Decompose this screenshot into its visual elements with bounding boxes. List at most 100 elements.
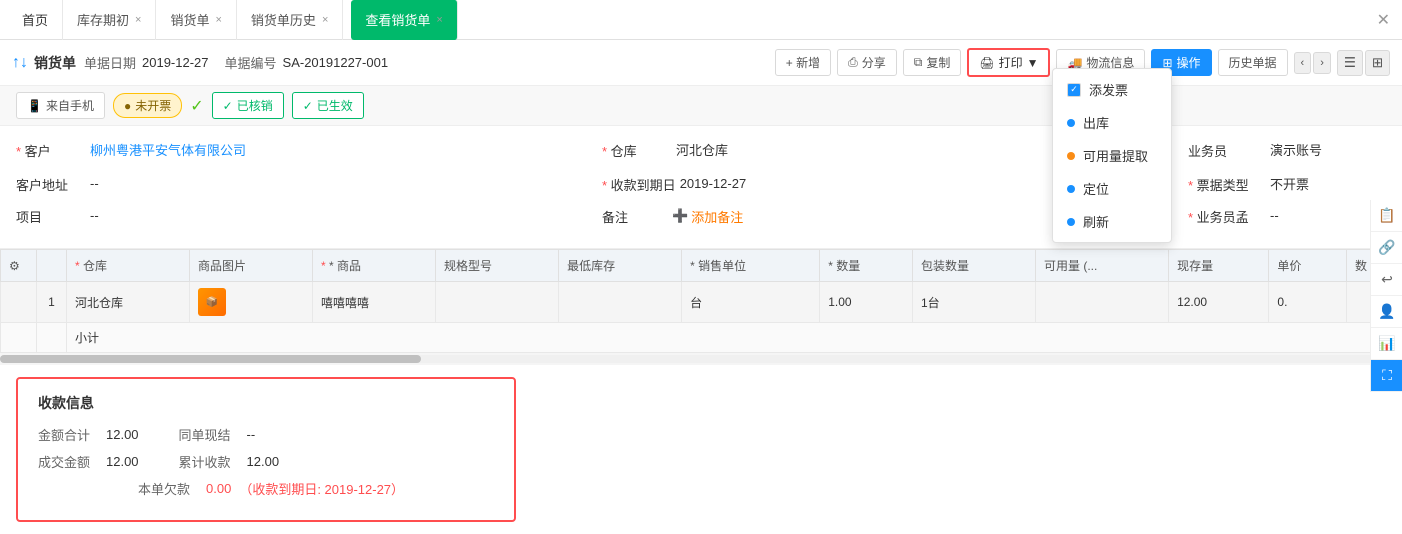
share-button-label: 分享 bbox=[862, 54, 886, 71]
row-image: 📦 bbox=[190, 282, 313, 323]
prev-button[interactable]: ‹ bbox=[1294, 52, 1312, 74]
tab-view-sales[interactable]: 查看销货单 × bbox=[351, 0, 457, 40]
sidebar-icon-5[interactable]: 📊 bbox=[1371, 328, 1402, 360]
total-item: 金额合计 12.00 bbox=[38, 425, 139, 444]
tab-home[interactable]: 首页 bbox=[8, 0, 63, 40]
tab-home-label: 首页 bbox=[22, 10, 48, 29]
customer-value[interactable]: 柳州粤港平安气体有限公司 bbox=[86, 138, 250, 162]
add-note-button[interactable]: ➕ 添加备注 bbox=[672, 207, 743, 226]
sidebar-icon-6[interactable]: ⛶ bbox=[1371, 360, 1402, 392]
sidebar-icon-2[interactable]: 🔗 bbox=[1371, 232, 1402, 264]
print-button-label: 打印 bbox=[999, 54, 1023, 71]
share-button[interactable]: ⎙ 分享 bbox=[837, 49, 897, 76]
same-order-value: -- bbox=[247, 427, 256, 442]
row-pack-qty: 1台 bbox=[912, 282, 1035, 323]
not-open-label: 未开票 bbox=[135, 97, 171, 114]
overdue-note: （收款到期日: 2019-12-27） bbox=[239, 479, 404, 498]
add-invoice-label: 添发票 bbox=[1089, 80, 1128, 99]
sidebar-icon-3[interactable]: ↩ bbox=[1371, 264, 1402, 296]
ticket-value: 不开票 bbox=[1266, 172, 1386, 196]
grid-view-icon[interactable]: ⊞ bbox=[1365, 50, 1390, 76]
th-min-stock: 最低库存 bbox=[559, 250, 682, 282]
tab-sales[interactable]: 销货单 × bbox=[156, 0, 236, 40]
doc-type-icon: ↑↓ bbox=[12, 54, 28, 72]
doc-meta: 单据日期 2019-12-27 单据编号 SA-20191227-001 bbox=[84, 53, 767, 72]
payment-row-3: 本单欠款 0.00 （收款到期日: 2019-12-27） bbox=[38, 479, 494, 498]
next-button[interactable]: › bbox=[1313, 52, 1331, 74]
payment-date-label: 收款到期日 bbox=[602, 175, 676, 194]
doc-date-label: 单据日期 bbox=[84, 53, 136, 72]
add-invoice-checkbox-icon bbox=[1067, 83, 1081, 97]
menu-locate[interactable]: 定位 bbox=[1053, 172, 1171, 205]
history-button[interactable]: 历史单据 bbox=[1218, 49, 1288, 76]
list-view-icon[interactable]: ☰ bbox=[1337, 50, 1363, 76]
address-value: -- bbox=[86, 174, 206, 194]
payment-row-1: 金额合计 12.00 同单现结 -- bbox=[38, 425, 494, 444]
staff2-label: 业务员孟 bbox=[1188, 207, 1258, 226]
action-bar: 📱 来自手机 ● 未开票 ✓ ✓ 已核销 ✓ 已生效 bbox=[0, 86, 1402, 126]
check-sold-icon: ✓ bbox=[223, 99, 233, 113]
transaction-label: 成交金额 bbox=[38, 452, 98, 471]
history-button-label: 历史单据 bbox=[1229, 54, 1277, 71]
staff-section: 业务员 演示账号 bbox=[1188, 138, 1386, 162]
th-stock: 现存量 bbox=[1169, 250, 1269, 282]
tab-sales-history[interactable]: 销货单历史 × bbox=[237, 0, 343, 40]
total-value: 12.00 bbox=[106, 427, 139, 442]
share-icon: ⎙ bbox=[848, 55, 858, 70]
from-phone-button[interactable]: 📱 来自手机 bbox=[16, 92, 105, 119]
project-value: -- bbox=[86, 206, 206, 226]
ticket-label: 票据类型 bbox=[1188, 175, 1258, 194]
sidebar-icon-4[interactable]: 👤 bbox=[1371, 296, 1402, 328]
new-button[interactable]: + 新增 bbox=[775, 49, 831, 76]
tab-sales-history-close[interactable]: × bbox=[322, 14, 328, 26]
print-button[interactable]: 🖨 打印 ▼ bbox=[967, 48, 1050, 77]
menu-available-qty[interactable]: 可用量提取 bbox=[1053, 139, 1171, 172]
transaction-value: 12.00 bbox=[106, 454, 139, 469]
th-available: 可用量 (... bbox=[1035, 250, 1168, 282]
tab-view-sales-close[interactable]: × bbox=[436, 14, 442, 26]
note-label: 备注 bbox=[602, 207, 672, 226]
plus-icon: ➕ bbox=[672, 208, 688, 224]
th-spec: 规格型号 bbox=[436, 250, 559, 282]
row-product: 嘻嘻嘻嘻 bbox=[313, 282, 436, 323]
staff-value: 演示账号 bbox=[1266, 138, 1386, 162]
window-close-icon[interactable]: ✕ bbox=[1377, 10, 1390, 30]
th-warehouse: 仓库 bbox=[67, 250, 190, 282]
tab-sales-label: 销货单 bbox=[170, 10, 209, 29]
menu-add-invoice[interactable]: 添发票 bbox=[1053, 73, 1171, 106]
staff2-value: -- bbox=[1266, 206, 1386, 226]
row-spec bbox=[436, 282, 559, 323]
phone-icon: 📱 bbox=[27, 99, 42, 113]
add-note-label: 添加备注 bbox=[691, 207, 743, 226]
copy-button[interactable]: ⧉ 复制 bbox=[903, 49, 962, 76]
operations-button-label: 操作 bbox=[1177, 54, 1201, 71]
row-unit: 台 bbox=[682, 282, 820, 323]
tab-sales-history-label: 销货单历史 bbox=[251, 10, 316, 29]
menu-outbound[interactable]: 出库 bbox=[1053, 106, 1171, 139]
effective-button[interactable]: ✓ 已生效 bbox=[292, 92, 364, 119]
tab-view-sales-label: 查看销货单 bbox=[365, 10, 430, 29]
tab-sales-close[interactable]: × bbox=[215, 14, 221, 26]
locate-label: 定位 bbox=[1083, 179, 1109, 198]
transaction-item: 成交金额 12.00 bbox=[38, 452, 139, 471]
payment-date-value: 2019-12-27 bbox=[676, 174, 796, 194]
row-seq: 1 bbox=[37, 282, 67, 323]
header-row: ⚙ 仓库 商品图片 * 商品 规格型号 最低库存 * 销售单位 * 数量 包装数… bbox=[1, 250, 1402, 282]
sold-out-button[interactable]: ✓ 已核销 bbox=[212, 92, 284, 119]
row-gear bbox=[1, 282, 37, 323]
tab-inventory[interactable]: 库存期初 × bbox=[63, 0, 156, 40]
sidebar-icon-1[interactable]: 📋 bbox=[1371, 200, 1402, 232]
menu-refresh[interactable]: 刷新 bbox=[1053, 205, 1171, 238]
table-scrollbar[interactable] bbox=[0, 355, 1402, 363]
tab-inventory-close[interactable]: × bbox=[135, 14, 141, 26]
nav-arrows: ‹ › bbox=[1294, 52, 1331, 74]
available-qty-label: 可用量提取 bbox=[1083, 146, 1148, 165]
warehouse-label: 仓库 bbox=[602, 141, 672, 160]
view-icons: ☰ ⊞ bbox=[1337, 50, 1390, 76]
table-container: ⚙ 仓库 商品图片 * 商品 规格型号 最低库存 * 销售单位 * 数量 包装数… bbox=[0, 249, 1402, 365]
doc-date-value: 2019-12-27 bbox=[142, 55, 209, 70]
payment-row-2: 成交金额 12.00 累计收款 12.00 bbox=[38, 452, 494, 471]
refresh-label: 刷新 bbox=[1083, 212, 1109, 231]
product-image: 📦 bbox=[198, 288, 226, 316]
operations-dropdown: 添发票 出库 可用量提取 定位 刷新 bbox=[1052, 68, 1172, 243]
